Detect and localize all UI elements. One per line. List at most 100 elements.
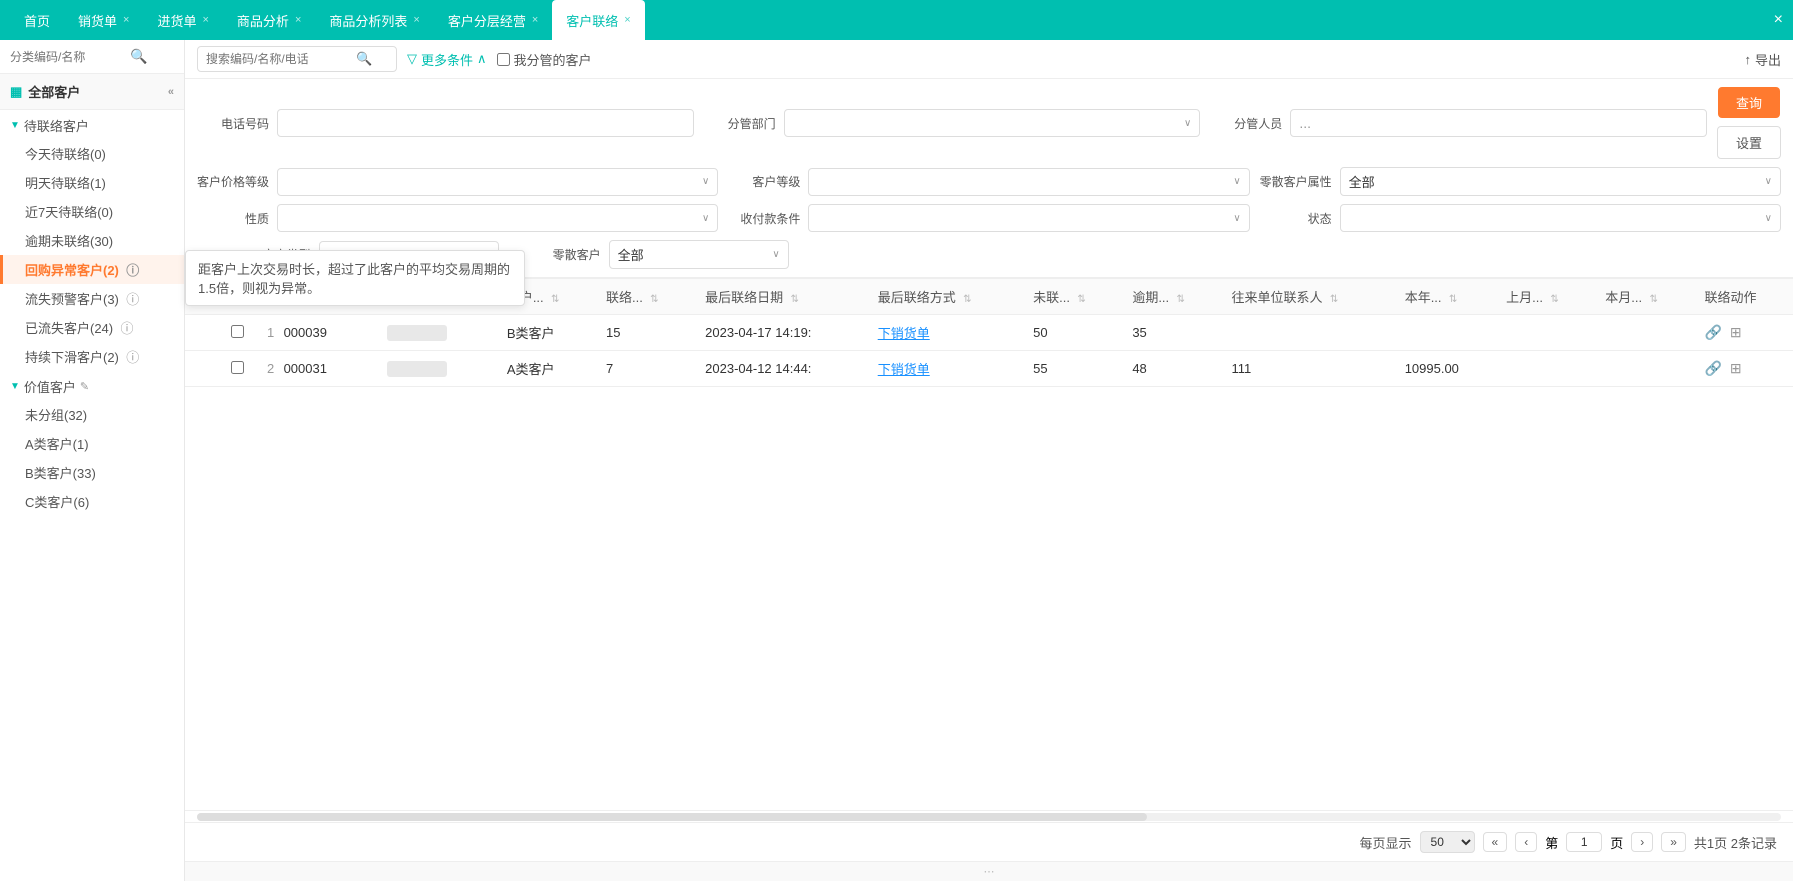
sort-icon-year[interactable]: ⇅ (1449, 294, 1457, 305)
export-button[interactable]: ↑ 导出 (1744, 50, 1781, 69)
manager-select[interactable]: ... (1290, 109, 1707, 137)
price-level-select[interactable]: ∨ (277, 168, 718, 196)
nav-close-product-analysis[interactable]: × (295, 14, 301, 26)
sidebar-item-7days[interactable]: 近7天待联络(0) (0, 197, 184, 226)
customer-level-select[interactable]: ∨ (808, 168, 1249, 196)
row1-grid-action-icon[interactable]: ⊞ (1730, 324, 1742, 341)
last-page-button[interactable]: » (1661, 832, 1686, 852)
row2-link-action-icon[interactable]: 🔗 (1704, 360, 1721, 377)
th-last-month[interactable]: 上月... ⇅ (1496, 279, 1595, 315)
sort-icon-overdue[interactable]: ⇅ (1177, 294, 1185, 305)
td-checkbox-1[interactable] (221, 315, 257, 351)
sidebar-item-declining[interactable]: 持续下滑客户(2) ⓘ (0, 342, 184, 371)
sidebar-item-ungrouped[interactable]: 未分组(32) (0, 400, 184, 429)
sidebar-item-b-class[interactable]: B类客户(33) (0, 458, 184, 487)
sidebar-item-tomorrow-label: 明天待联络(1) (25, 176, 106, 191)
row1-checkbox[interactable] (231, 325, 244, 338)
sort-icon-last-month[interactable]: ⇅ (1550, 294, 1558, 305)
gender-select[interactable]: ∨ (277, 204, 718, 232)
sidebar-all-customers[interactable]: ▦ 全部客户 « (0, 74, 184, 110)
row1-last-method[interactable]: 下销货单 (878, 326, 930, 341)
retail-customer-select[interactable]: 全部 ∨ (609, 240, 789, 269)
my-customers-checkbox[interactable] (497, 53, 510, 66)
sidebar-collapse-button[interactable]: « (168, 86, 174, 98)
table-wrapper[interactable]: ⚙ 客户编码 ⇅ 客户名称 ⇅ (185, 278, 1793, 810)
first-page-button[interactable]: « (1483, 832, 1508, 852)
scroll-thumb[interactable] (197, 813, 1147, 821)
sidebar-item-today[interactable]: 今天待联络(0) (0, 139, 184, 168)
sidebar-item-churned[interactable]: 已流失客户(24) ⓘ (0, 313, 184, 342)
per-page-select[interactable]: 50 100 200 (1420, 831, 1475, 853)
nav-item-customer-segment[interactable]: 客户分层经营 × (434, 0, 552, 40)
status-select[interactable]: ∨ (1340, 204, 1781, 232)
th-uncontacted[interactable]: 未联... ⇅ (1023, 279, 1122, 315)
nav-close-customer-contact[interactable]: × (624, 14, 630, 26)
my-customers-filter[interactable]: 我分管的客户 (497, 50, 592, 69)
window-close-button[interactable]: × (1774, 11, 1783, 29)
th-last-date[interactable]: 最后联络日期 ⇅ (695, 279, 868, 315)
td-last-method-2[interactable]: 下销货单 (868, 351, 1023, 387)
payment-select[interactable]: ∨ (808, 204, 1249, 232)
nav-item-purchase[interactable]: 进货单 × (143, 0, 222, 40)
sort-icon-uncontacted[interactable]: ⇅ (1077, 294, 1085, 305)
nav-item-product-analysis[interactable]: 商品分析 × (223, 0, 315, 40)
sort-icon-date[interactable]: ⇅ (791, 294, 799, 305)
next-page-button[interactable]: › (1631, 832, 1653, 852)
th-this-year[interactable]: 本年... ⇅ (1395, 279, 1496, 315)
td-uncontacted-2: 55 (1023, 351, 1122, 387)
row2-grid-action-icon[interactable]: ⊞ (1730, 360, 1742, 377)
th-overdue[interactable]: 逾期... ⇅ (1122, 279, 1221, 315)
main-search-icon[interactable]: 🔍 (356, 51, 372, 67)
td-checkbox-2[interactable] (221, 351, 257, 387)
sidebar-search-input[interactable] (10, 50, 130, 64)
sort-icon-contact[interactable]: ⇅ (650, 294, 658, 305)
nav-item-customer-contact[interactable]: 客户联络 × (552, 0, 644, 40)
settings-button[interactable]: 设置 (1717, 126, 1781, 159)
sort-icon-this-month[interactable]: ⇅ (1649, 294, 1657, 305)
group-label-pending: 待联络客户 (24, 116, 89, 135)
sidebar-item-c-class[interactable]: C类客户(6) (0, 487, 184, 516)
nav-item-home[interactable]: 首页 (10, 0, 64, 40)
td-last-method-1[interactable]: 下销货单 (868, 315, 1023, 351)
row2-last-method[interactable]: 下销货单 (878, 362, 930, 377)
nav-item-product-list[interactable]: 商品分析列表 × (315, 0, 433, 40)
nav-close-purchase[interactable]: × (202, 14, 208, 26)
sidebar-group-value-customers[interactable]: ▼ 价值客户 ✎ (0, 371, 184, 400)
td-overdue-2: 48 (1122, 351, 1221, 387)
sidebar-item-overdue[interactable]: 逾期未联络(30) (0, 226, 184, 255)
filter-field-payment: 收付款条件 ∨ (728, 204, 1249, 232)
current-page-input[interactable] (1566, 832, 1602, 852)
nav-close-sales[interactable]: × (123, 14, 129, 26)
sidebar-item-tomorrow[interactable]: 明天待联络(1) (0, 168, 184, 197)
nav-close-customer-segment[interactable]: × (532, 14, 538, 26)
dept-select[interactable]: ∨ (784, 109, 1201, 137)
sidebar-group-pending-contact[interactable]: ▼ 待联络客户 (0, 110, 184, 139)
sort-icon-type[interactable]: ⇅ (551, 294, 559, 305)
row2-checkbox[interactable] (231, 361, 244, 374)
more-conditions-button[interactable]: ▽ 更多条件 ∧ (407, 50, 487, 69)
retail-attr-select[interactable]: 全部 ∨ (1340, 167, 1781, 196)
sidebar-item-churn-warning[interactable]: 流失预警客户(3) ⓘ (0, 284, 184, 313)
prev-page-button[interactable]: ‹ (1515, 832, 1537, 852)
horizontal-scrollbar[interactable] (185, 810, 1793, 822)
th-contact-person[interactable]: 往来单位联系人 ⇅ (1221, 279, 1394, 315)
sort-icon-method[interactable]: ⇅ (963, 294, 971, 305)
value-group-edit-icon[interactable]: ✎ (80, 380, 89, 393)
th-contact-count[interactable]: 联络... ⇅ (596, 279, 695, 315)
main-search-input[interactable] (206, 52, 356, 66)
sidebar-item-a-class[interactable]: A类客户(1) (0, 429, 184, 458)
th-last-method[interactable]: 最后联络方式 ⇅ (868, 279, 1023, 315)
phone-input[interactable] (277, 109, 694, 137)
row1-link-action-icon[interactable]: 🔗 (1704, 324, 1721, 341)
advanced-filter: 电话号码 分管部门 ∨ 分管人员 ... 查询 设置 (185, 79, 1793, 278)
sidebar-search-icon[interactable]: 🔍 (130, 48, 147, 65)
sidebar-item-repurchase-anomaly[interactable]: 回购异常客户(2) ⓘ (0, 255, 184, 284)
sort-icon-person[interactable]: ⇅ (1330, 294, 1338, 305)
bottom-handle[interactable]: ⋯ (185, 861, 1793, 881)
query-button[interactable]: 查询 (1718, 87, 1780, 118)
nav-item-sales[interactable]: 销货单 × (64, 0, 143, 40)
nav-close-product-list[interactable]: × (413, 14, 419, 26)
manager-more-icon[interactable]: ... (1299, 115, 1311, 131)
th-this-month[interactable]: 本月... ⇅ (1595, 279, 1694, 315)
scroll-track[interactable] (197, 813, 1781, 821)
